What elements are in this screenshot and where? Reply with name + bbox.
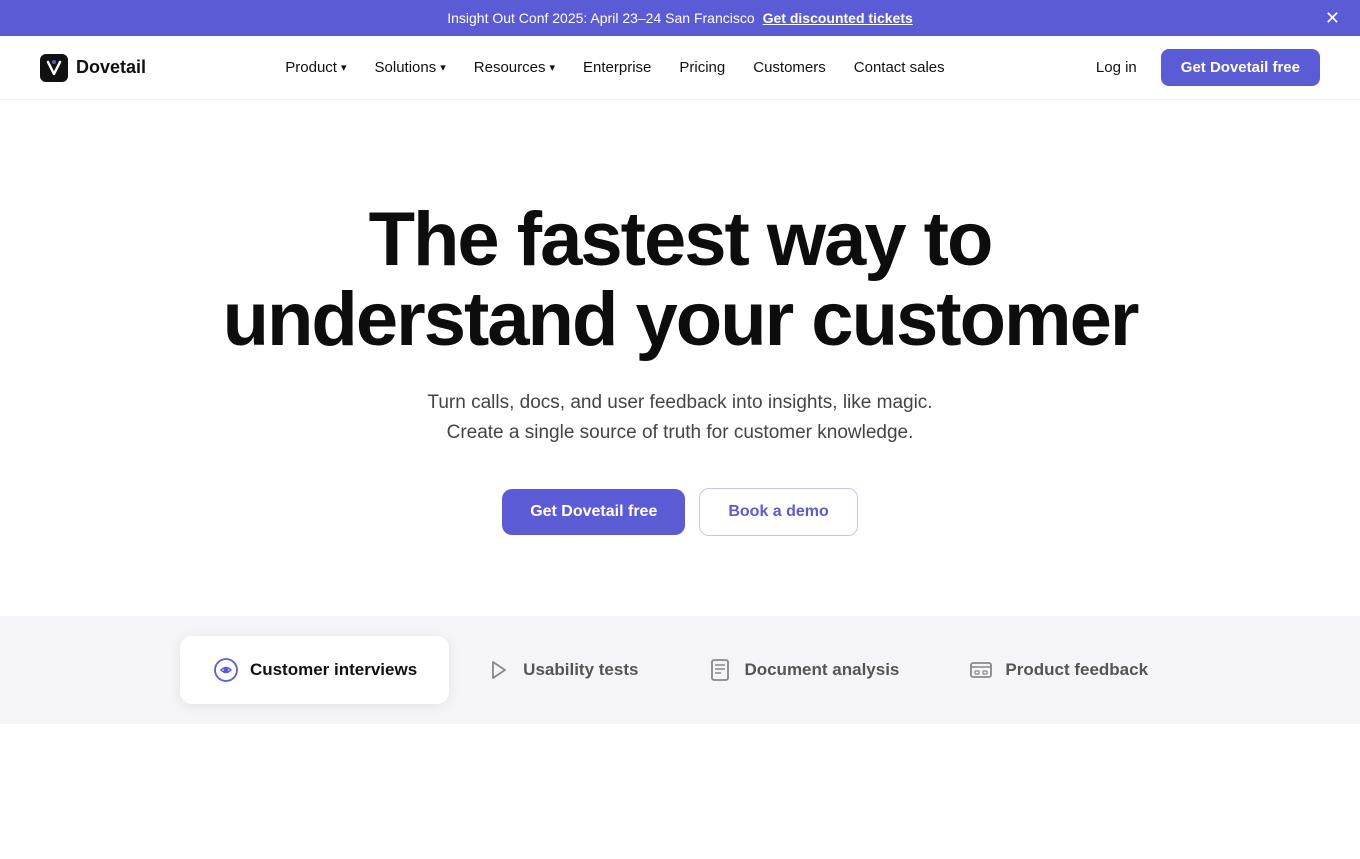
product-feedback-icon xyxy=(967,656,995,684)
banner-link[interactable]: Get discounted tickets xyxy=(763,10,913,26)
nav-item-customers[interactable]: Customers xyxy=(741,51,838,84)
nav-item-resources[interactable]: Resources ▾ xyxy=(462,51,567,84)
banner-close-button[interactable]: ✕ xyxy=(1325,9,1340,27)
use-cases-tabs-wrapper: Customer interviews Usability tests Docu… xyxy=(0,616,1360,724)
banner-text: Insight Out Conf 2025: April 23–24 San F… xyxy=(447,10,754,26)
nav-item-enterprise[interactable]: Enterprise xyxy=(571,51,663,84)
nav-item-solutions[interactable]: Solutions ▾ xyxy=(363,51,458,84)
tab-customer-interviews[interactable]: Customer interviews xyxy=(180,636,449,704)
nav-actions: Log in Get Dovetail free xyxy=(1084,49,1320,86)
nav-item-contact[interactable]: Contact sales xyxy=(842,51,957,84)
nav-cta-button[interactable]: Get Dovetail free xyxy=(1161,49,1320,86)
logo[interactable]: Dovetail xyxy=(40,54,146,82)
tab-product-feedback[interactable]: Product feedback xyxy=(935,636,1180,704)
main-nav: Dovetail Product ▾ Solutions ▾ Resources… xyxy=(0,36,1360,100)
nav-item-product[interactable]: Product ▾ xyxy=(273,51,358,84)
usability-tests-icon xyxy=(485,656,513,684)
document-analysis-icon xyxy=(706,656,734,684)
customer-interviews-icon xyxy=(212,656,240,684)
nav-links: Product ▾ Solutions ▾ Resources ▾ Enterp… xyxy=(273,51,956,84)
logo-text: Dovetail xyxy=(76,57,146,78)
nav-item-pricing[interactable]: Pricing xyxy=(667,51,737,84)
tab-usability-tests[interactable]: Usability tests xyxy=(453,636,670,704)
announcement-banner: Insight Out Conf 2025: April 23–24 San F… xyxy=(0,0,1360,36)
hero-subtext: Turn calls, docs, and user feedback into… xyxy=(40,388,1320,449)
hero-cta-secondary[interactable]: Book a demo xyxy=(699,488,857,536)
hero-section: The fastest way to understand your custo… xyxy=(0,100,1360,616)
logo-icon xyxy=(40,54,68,82)
hero-cta-group: Get Dovetail free Book a demo xyxy=(40,488,1320,536)
tab-document-analysis[interactable]: Document analysis xyxy=(674,636,931,704)
login-button[interactable]: Log in xyxy=(1084,51,1149,84)
hero-heading: The fastest way to understand your custo… xyxy=(200,200,1160,360)
hero-cta-primary[interactable]: Get Dovetail free xyxy=(502,489,685,535)
tabs-row: Customer interviews Usability tests Docu… xyxy=(0,636,1360,704)
